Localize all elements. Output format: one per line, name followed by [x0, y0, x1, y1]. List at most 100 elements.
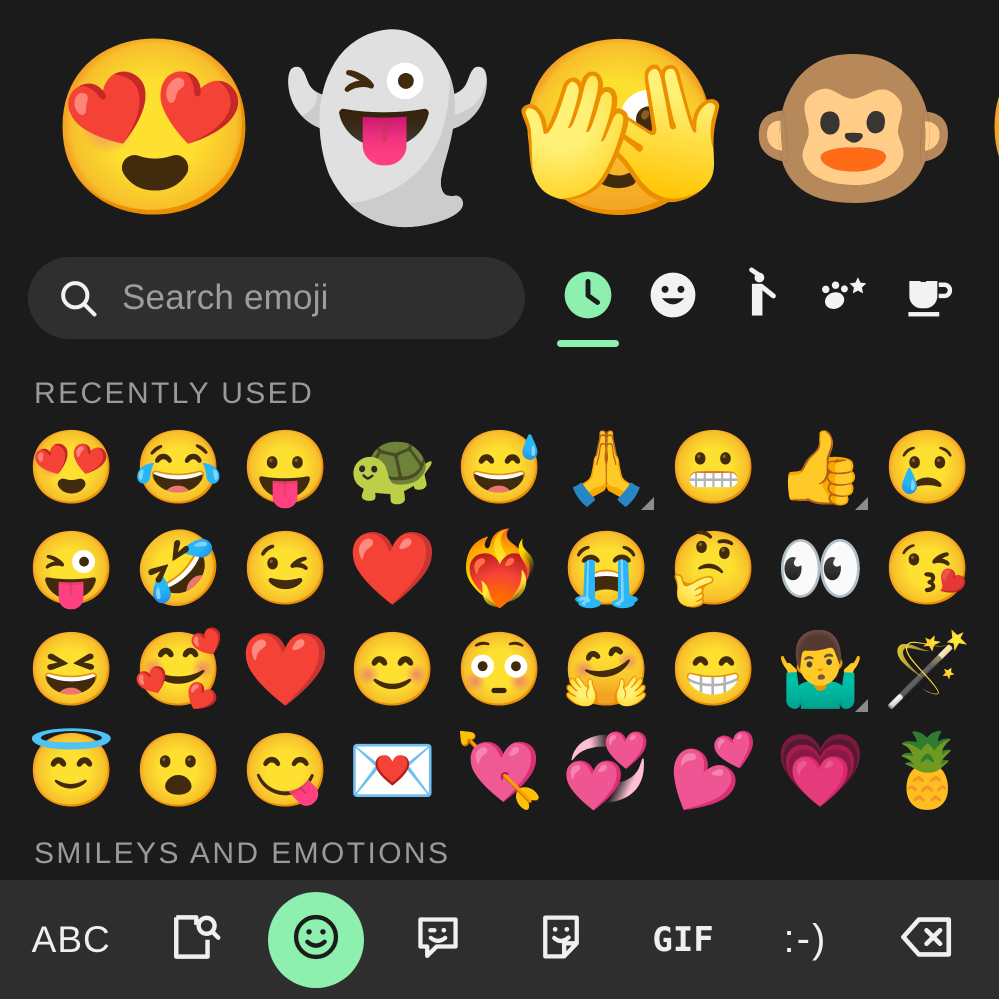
emoji-cell[interactable]: 🤣	[125, 518, 232, 619]
emoji-cell[interactable]: 🤗	[553, 619, 660, 720]
emoji-glyph: ❤️	[347, 528, 438, 609]
emoji-cell[interactable]: ❤️‍🔥	[446, 518, 553, 619]
emoji-cell[interactable]: ❤️	[339, 518, 446, 619]
emoji-glyph: 🤷‍♂️	[775, 629, 866, 710]
animals-nature-icon	[815, 267, 871, 328]
emoji-glyph: 🥰	[133, 629, 224, 710]
emoji-glyph: 😆	[26, 629, 117, 710]
emoji-cell[interactable]: 😬	[660, 417, 767, 518]
emoji-cell[interactable]: 😢	[874, 417, 981, 518]
skin-tone-variant-marker	[855, 497, 868, 510]
emoji-cell[interactable]: 😇	[18, 720, 125, 821]
emoji-glyph: 💌	[347, 730, 438, 811]
backspace-key[interactable]	[880, 892, 976, 988]
kaomoji-key-label: :-)	[783, 917, 828, 961]
gif-key[interactable]: GIF	[635, 892, 731, 988]
person-waving-icon	[730, 267, 786, 328]
category-tab-food[interactable]	[892, 255, 964, 365]
skin-tone-variant-marker	[855, 699, 868, 712]
emoji-glyph: 😉	[240, 528, 331, 609]
backspace-icon	[899, 908, 957, 971]
emoji-cell[interactable]: 😮	[125, 720, 232, 821]
section-header-smileys-and-emotions: SMILEYS AND EMOTIONS	[34, 837, 451, 870]
emoji-glyph: 😬	[668, 427, 759, 508]
emoji-glyph: 🐢	[347, 427, 438, 508]
emoji-glyph: 😍	[26, 427, 117, 508]
emoji-glyph: 💞	[561, 730, 652, 811]
search-document-key[interactable]	[146, 892, 242, 988]
emoji-cell[interactable]: 💌	[339, 720, 446, 821]
emoji-cell[interactable]: 😉	[232, 518, 339, 619]
emoji-glyph: 💕	[668, 730, 759, 811]
kaomoji-key[interactable]: :-)	[757, 892, 853, 988]
emoji-glyph: 😭	[561, 528, 652, 609]
emoji-cell[interactable]: 😋	[232, 720, 339, 821]
emoji-cell[interactable]: 😭	[553, 518, 660, 619]
emoji-cell[interactable]: 🙏	[553, 417, 660, 518]
suggestion-emoji[interactable]: 🐵	[737, 28, 970, 228]
emoji-glyph: 😊	[347, 629, 438, 710]
emoji-cell[interactable]: 👀	[767, 518, 874, 619]
emoji-glyph: 🤣	[133, 528, 224, 609]
search-and-categories-row: Search emoji	[0, 255, 999, 365]
food-drink-icon	[900, 267, 956, 328]
emoji-cell[interactable]: 🪄	[874, 619, 981, 720]
category-tabs	[525, 255, 979, 365]
emoji-key[interactable]	[267, 891, 364, 988]
suggestion-emoji[interactable]: 👻	[271, 28, 504, 228]
sticker-smiley-icon	[534, 910, 588, 969]
emoji-suggestion-strip[interactable]: 😍 👻 🫣 🐵 😘	[0, 0, 999, 255]
category-tab-people[interactable]	[722, 255, 794, 365]
emoji-cell[interactable]: 😅	[446, 417, 553, 518]
search-input[interactable]: Search emoji	[28, 257, 525, 339]
emoji-cell[interactable]: 😍	[18, 417, 125, 518]
emoji-glyph: 😳	[454, 629, 545, 710]
section-header-recently-used: RECENTLY USED	[34, 377, 315, 410]
keyboard-bottom-toolbar: ABC GIF:-)	[0, 880, 999, 999]
emoji-cell[interactable]: 😆	[18, 619, 125, 720]
emoji-cell[interactable]: 😜	[18, 518, 125, 619]
emoji-keyboard-panel: 😍 👻 🫣 🐵 😘 Search emoji	[0, 0, 999, 999]
suggestion-emoji[interactable]: 😘	[970, 28, 999, 228]
emoji-cell[interactable]: 😘	[874, 518, 981, 619]
emoji-glyph: ❤️	[240, 629, 331, 710]
emoji-cell[interactable]: 😊	[339, 619, 446, 720]
category-tab-nature[interactable]	[807, 255, 879, 365]
category-tab-smileys[interactable]	[637, 255, 709, 365]
emoji-glyph: 👍	[775, 427, 866, 508]
suggestion-emoji[interactable]: 😍	[38, 28, 271, 228]
emoticon-bubble-key[interactable]	[390, 892, 486, 988]
emoji-grid-recently-used: 😍 😂 😛 🐢 😅 🙏 😬 👍 😢 😜 🤣 😉 ❤️ ❤️‍🔥 😭 🤔 👀 😘 …	[18, 417, 981, 821]
clock-icon	[560, 267, 616, 328]
emoji-cell[interactable]: 😁	[660, 619, 767, 720]
emoji-glyph: 😅	[454, 427, 545, 508]
emoji-glyph: 😋	[240, 730, 331, 811]
emoji-cell[interactable]: 😂	[125, 417, 232, 518]
emoji-cell[interactable]: 💕	[660, 720, 767, 821]
category-tab-recent[interactable]	[552, 255, 624, 365]
abc-key-label: ABC	[31, 918, 111, 960]
emoji-smiley-icon	[290, 911, 342, 968]
emoji-cell[interactable]: 😛	[232, 417, 339, 518]
emoji-grid-scroll-area[interactable]: RECENTLY USED 😍 😂 😛 🐢 😅 🙏 😬 👍 😢 😜 🤣 😉 ❤️…	[0, 365, 999, 880]
emoji-cell[interactable]: 🤔	[660, 518, 767, 619]
emoji-cell[interactable]: 💘	[446, 720, 553, 821]
emoji-glyph: 😜	[26, 528, 117, 609]
emoji-cell[interactable]: 🍍	[874, 720, 981, 821]
emoji-cell[interactable]: 👍	[767, 417, 874, 518]
search-icon	[56, 276, 100, 320]
search-placeholder-text: Search emoji	[122, 278, 329, 317]
speech-bubble-smiley-icon	[411, 910, 465, 969]
emoji-cell[interactable]: 😳	[446, 619, 553, 720]
emoji-glyph: 😛	[240, 427, 331, 508]
smiley-icon	[645, 267, 701, 328]
emoji-cell[interactable]: 💞	[553, 720, 660, 821]
emoji-cell[interactable]: 🤷‍♂️	[767, 619, 874, 720]
abc-key[interactable]: ABC	[23, 892, 119, 988]
emoji-cell[interactable]: 💗	[767, 720, 874, 821]
sticker-key[interactable]	[513, 892, 609, 988]
emoji-cell[interactable]: ❤️	[232, 619, 339, 720]
emoji-cell[interactable]: 🐢	[339, 417, 446, 518]
suggestion-emoji[interactable]: 🫣	[504, 28, 737, 228]
emoji-cell[interactable]: 🥰	[125, 619, 232, 720]
